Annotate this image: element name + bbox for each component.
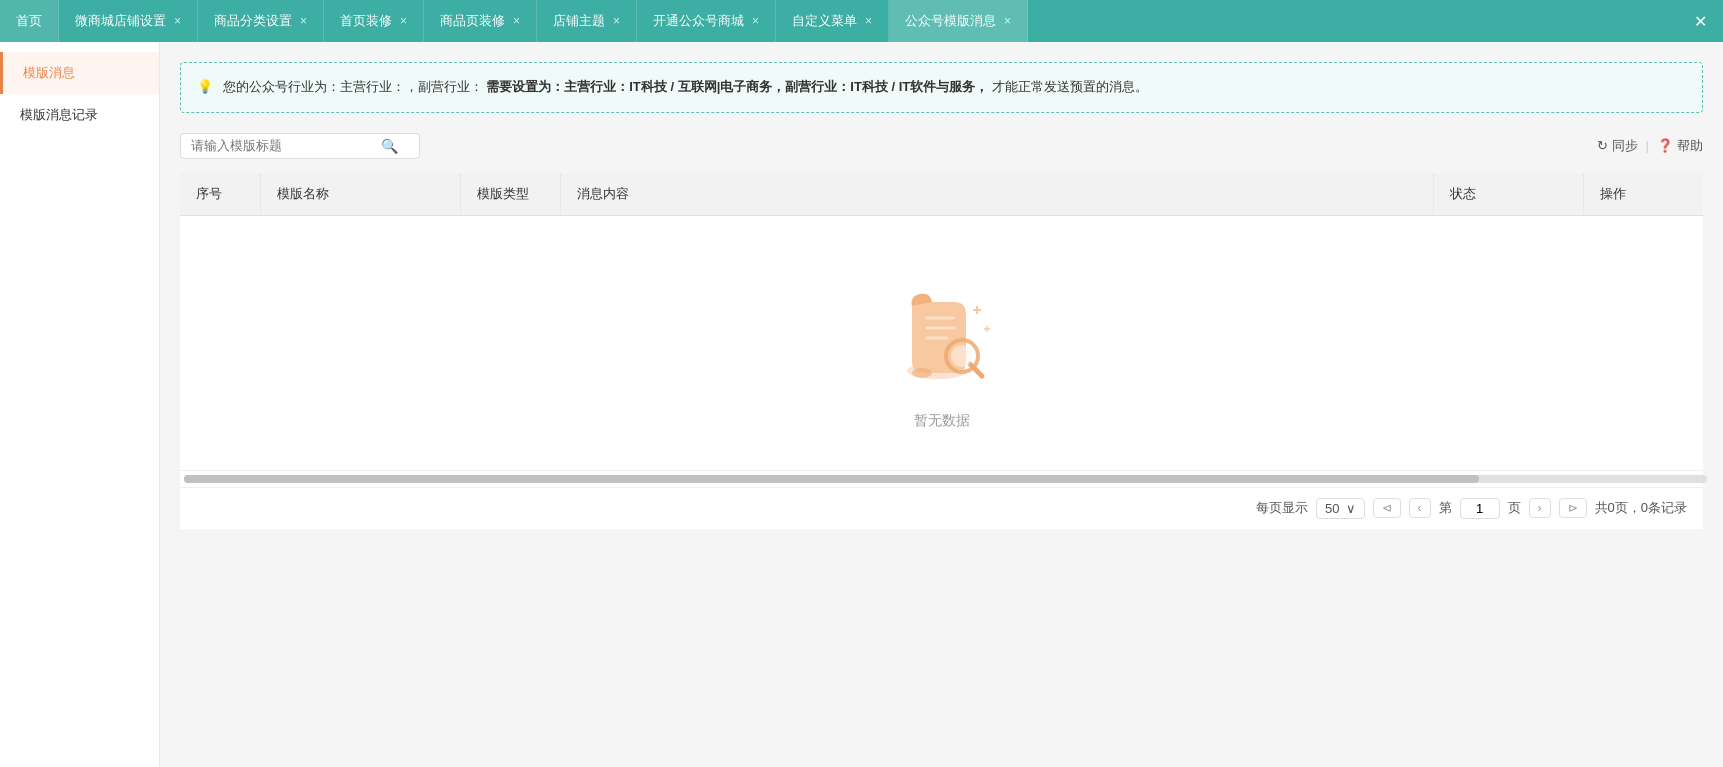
- help-circle-icon: ❓: [1657, 138, 1673, 153]
- page-size-value: 50: [1325, 501, 1339, 516]
- tab-micro-store-close[interactable]: ×: [174, 14, 181, 28]
- help-button[interactable]: ❓ 帮助: [1657, 137, 1703, 155]
- tab-product-decor-close[interactable]: ×: [513, 14, 520, 28]
- pagination-last-button[interactable]: ⊳: [1559, 498, 1587, 518]
- tab-bar: 首页 微商城店铺设置 × 商品分类设置 × 首页装修 × 商品页装修 × 店铺主…: [0, 0, 1723, 42]
- col-action: 操作: [1583, 173, 1703, 216]
- content-area: 💡 您的公众号行业为：主营行业：，副营行业： 需要设置为：主营行业：IT科技 /…: [160, 42, 1723, 767]
- sidebar-item-template-message[interactable]: 模版消息: [0, 52, 159, 94]
- sidebar: 模版消息 模版消息记录: [0, 42, 160, 767]
- col-name: 模版名称: [260, 173, 460, 216]
- tab-store-theme[interactable]: 店铺主题 ×: [537, 0, 637, 42]
- sync-label: 同步: [1612, 137, 1638, 155]
- tab-product-decor-label: 商品页装修: [440, 12, 505, 30]
- sidebar-item-template-message-label: 模版消息: [23, 65, 75, 80]
- total-info: 共0页，0条记录: [1595, 499, 1687, 517]
- notice-banner: 💡 您的公众号行业为：主营行业：，副营行业： 需要设置为：主营行业：IT科技 /…: [180, 62, 1703, 113]
- table-header-row: 序号 模版名称 模版类型 消息内容 状态: [180, 173, 1703, 216]
- data-table: 序号 模版名称 模版类型 消息内容 状态: [180, 173, 1703, 470]
- help-label: 帮助: [1677, 137, 1703, 155]
- empty-state: 暂无数据: [180, 216, 1703, 470]
- tab-custom-menu[interactable]: 自定义菜单 ×: [776, 0, 889, 42]
- tab-store-theme-label: 店铺主题: [553, 12, 605, 30]
- search-bar: 🔍 ↻ 同步 | ❓ 帮助: [180, 133, 1703, 159]
- tab-template-msg-close[interactable]: ×: [1004, 14, 1011, 28]
- pagination-first-button[interactable]: ⊲: [1373, 498, 1401, 518]
- tab-product-category-label: 商品分类设置: [214, 12, 292, 30]
- tab-home-decor-label: 首页装修: [340, 12, 392, 30]
- sync-button[interactable]: ↻ 同步: [1597, 137, 1638, 155]
- search-input-wrap[interactable]: 🔍: [180, 133, 420, 159]
- tab-custom-menu-label: 自定义菜单: [792, 12, 857, 30]
- global-close-button[interactable]: ✕: [1678, 0, 1723, 42]
- page-size-select[interactable]: 50 ∨: [1316, 498, 1364, 519]
- tab-product-category-close[interactable]: ×: [300, 14, 307, 28]
- tab-product-category[interactable]: 商品分类设置 ×: [198, 0, 324, 42]
- page-label-suffix: 页: [1508, 499, 1521, 517]
- tab-micro-store-label: 微商城店铺设置: [75, 12, 166, 30]
- tab-template-msg-label: 公众号模版消息: [905, 12, 996, 30]
- sync-icon: ↻: [1597, 138, 1608, 153]
- empty-state-row: 暂无数据: [180, 215, 1703, 470]
- empty-illustration: [882, 276, 1002, 396]
- col-status: 状态: [1433, 173, 1583, 216]
- notice-suffix: 才能正常发送预置的消息。: [992, 79, 1148, 94]
- svg-point-7: [951, 345, 973, 367]
- search-input[interactable]: [191, 138, 381, 153]
- tab-open-mall[interactable]: 开通公众号商城 ×: [637, 0, 776, 42]
- empty-text: 暂无数据: [914, 412, 970, 430]
- tab-product-decor[interactable]: 商品页装修 ×: [424, 0, 537, 42]
- tab-micro-store[interactable]: 微商城店铺设置 ×: [59, 0, 198, 42]
- tab-template-msg[interactable]: 公众号模版消息 ×: [889, 0, 1028, 42]
- toolbar-right: ↻ 同步 | ❓ 帮助: [1597, 137, 1703, 155]
- col-content: 消息内容: [560, 173, 1433, 216]
- page-label-prefix: 第: [1439, 499, 1452, 517]
- pagination-prev-button[interactable]: ‹: [1409, 498, 1431, 518]
- scroll-thumb: [184, 475, 1479, 483]
- pagination: 每页显示 50 ∨ ⊲ ‹ 第 页 › ⊳ 共0页，0条记录: [180, 487, 1703, 529]
- tab-home[interactable]: 首页: [0, 0, 59, 42]
- table-wrapper: 序号 模版名称 模版类型 消息内容 状态: [180, 173, 1703, 529]
- svg-point-1: [912, 368, 932, 378]
- notice-prefix: 您的公众号行业为：主营行业：，副营行业：: [223, 79, 483, 94]
- tab-open-mall-label: 开通公众号商城: [653, 12, 744, 30]
- tab-home-label: 首页: [16, 12, 42, 30]
- tab-custom-menu-close[interactable]: ×: [865, 14, 872, 28]
- page-size-chevron-icon: ∨: [1346, 501, 1356, 516]
- tab-home-decor[interactable]: 首页装修 ×: [324, 0, 424, 42]
- col-index: 序号: [180, 173, 260, 216]
- toolbar-divider: |: [1646, 138, 1649, 153]
- tab-home-decor-close[interactable]: ×: [400, 14, 407, 28]
- page-size-label: 每页显示: [1256, 499, 1308, 517]
- horizontal-scrollbar[interactable]: [184, 475, 1707, 483]
- search-icon[interactable]: 🔍: [381, 138, 398, 154]
- page-number-input[interactable]: [1460, 498, 1500, 519]
- notice-highlight: 需要设置为：主营行业：IT科技 / 互联网|电子商务，副营行业：IT科技 / I…: [486, 79, 988, 94]
- tab-open-mall-close[interactable]: ×: [752, 14, 759, 28]
- pagination-next-button[interactable]: ›: [1529, 498, 1551, 518]
- col-type: 模版类型: [460, 173, 560, 216]
- bulb-icon: 💡: [197, 79, 213, 94]
- sidebar-item-template-record-label: 模版消息记录: [20, 107, 98, 122]
- sidebar-item-template-record[interactable]: 模版消息记录: [0, 94, 159, 136]
- main-layout: 模版消息 模版消息记录 💡 您的公众号行业为：主营行业：，副营行业： 需要设置为…: [0, 42, 1723, 767]
- tab-store-theme-close[interactable]: ×: [613, 14, 620, 28]
